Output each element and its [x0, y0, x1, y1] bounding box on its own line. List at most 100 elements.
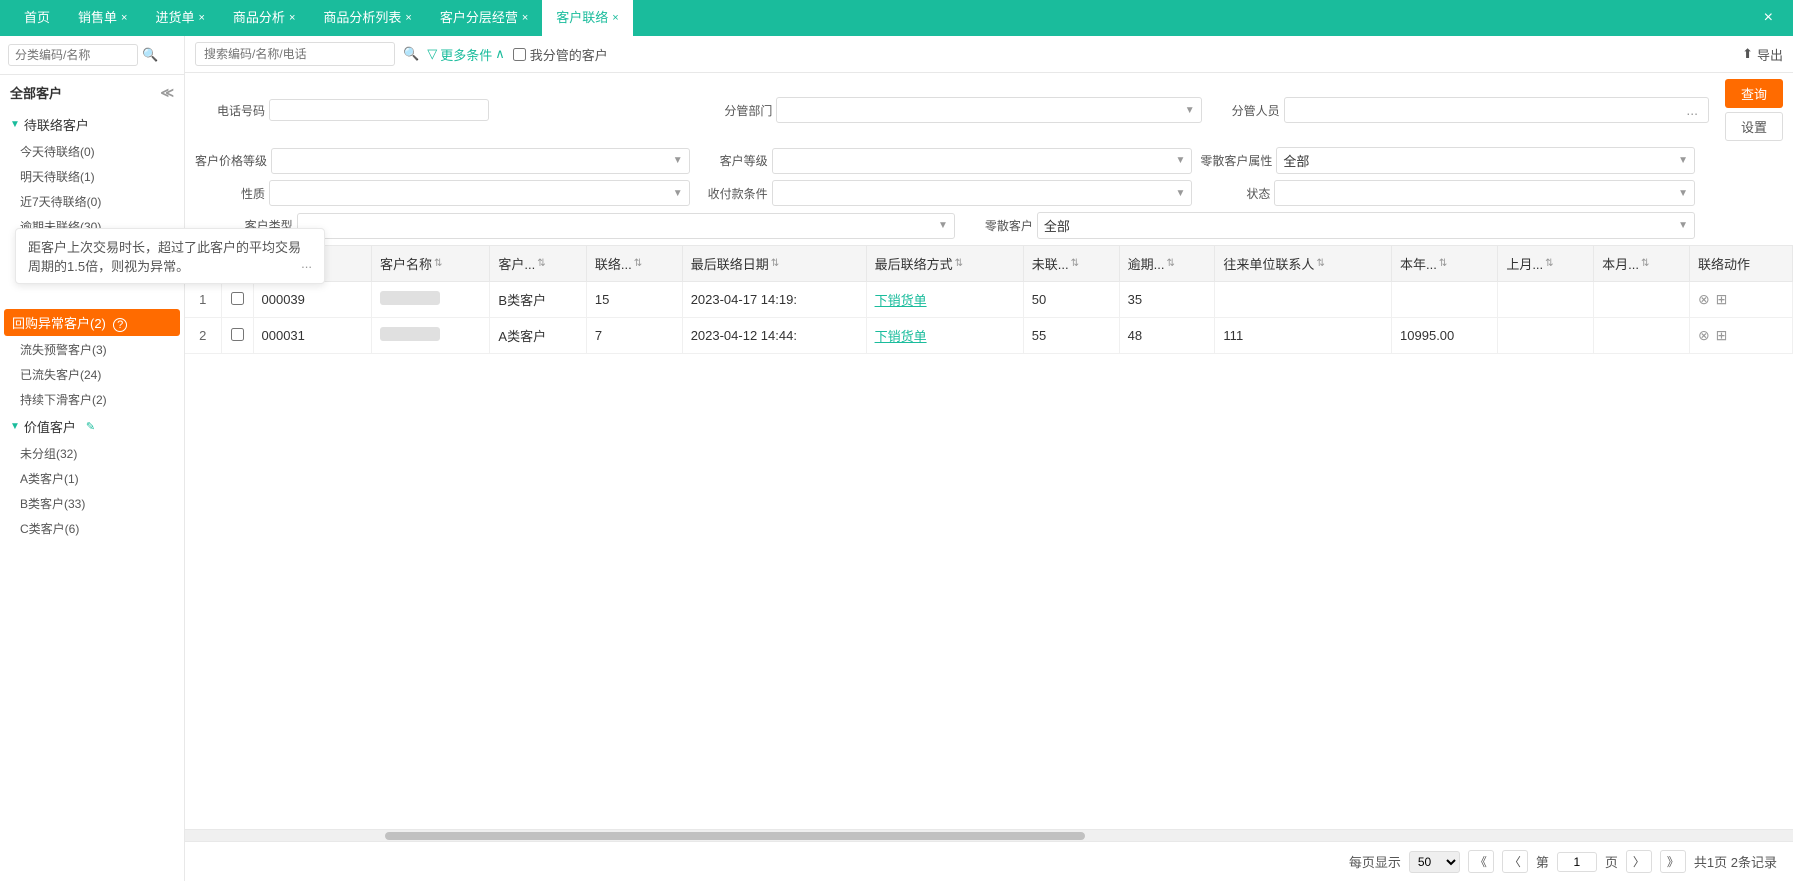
cell-overdue: 35 — [1119, 282, 1215, 318]
advanced-filters: 电话号码 分管部门 ▼ 分管人员 ... — [185, 73, 1793, 246]
repurchase-help-icon[interactable]: ? — [113, 318, 127, 332]
export-button[interactable]: ⬆ 导出 — [1742, 45, 1783, 64]
first-page-button[interactable]: 《 — [1468, 850, 1494, 873]
sidebar-item-lost-pre[interactable]: 流失预警客户(3) — [0, 337, 184, 362]
payment-select[interactable]: ▼ — [772, 180, 1193, 206]
search-icon[interactable]: 🔍 — [403, 46, 419, 62]
close-sales-tab[interactable]: × — [121, 0, 127, 36]
sidebar-item-c-class[interactable]: C类客户(6) — [0, 516, 184, 541]
nav-purchase[interactable]: 进货单 × — [141, 0, 218, 36]
pending-contact-title[interactable]: ▼ 待联络客户 — [0, 110, 184, 139]
close-customer-contact-tab[interactable]: × — [612, 0, 618, 36]
sidebar-item-today[interactable]: 今天待联络(0) — [0, 139, 184, 164]
customer-type-select[interactable]: ▼ — [297, 213, 955, 239]
sidebar-item-repurchase-abnormal[interactable]: 回购异常客户(2) ? — [4, 309, 180, 336]
dept-label: 分管部门 — [702, 102, 772, 119]
action-link-icon[interactable]: ⊗ — [1698, 327, 1710, 344]
th-name[interactable]: 客户名称⇅ — [371, 246, 489, 282]
sidebar-item-tomorrow[interactable]: 明天待联络(1) — [0, 164, 184, 189]
close-purchase-tab[interactable]: × — [198, 0, 204, 36]
customers-table: ⚙ 客户编码⇅ 客户名称⇅ 客户...⇅ 联络...⇅ — [185, 246, 1793, 354]
status-select[interactable]: ▼ — [1274, 180, 1695, 206]
value-customer-group-header[interactable]: ▼ 价值客户 ✎ — [0, 412, 184, 441]
row-checkbox[interactable] — [231, 292, 244, 305]
th-last-method[interactable]: 最后联络方式⇅ — [866, 246, 1023, 282]
nav-customer-tier[interactable]: 客户分层经营 × — [426, 0, 542, 36]
th-overdue[interactable]: 逾期...⇅ — [1119, 246, 1215, 282]
cell-last-method[interactable]: 下销货单 — [866, 282, 1023, 318]
th-unit-contact[interactable]: 往来单位联系人⇅ — [1215, 246, 1392, 282]
close-customer-tier-tab[interactable]: × — [522, 0, 528, 36]
my-customers-filter[interactable]: 我分管的客户 — [513, 45, 608, 64]
sidebar-search-input[interactable] — [8, 44, 138, 66]
settings-button[interactable]: 设置 — [1725, 112, 1783, 141]
dept-select[interactable]: ▼ — [776, 97, 1201, 123]
cell-action: ⊗ ⊞ — [1689, 282, 1792, 318]
nav-home[interactable]: 首页 — [10, 0, 64, 36]
page-input[interactable] — [1557, 852, 1597, 872]
search-input[interactable] — [195, 42, 395, 66]
sidebar-item-7days[interactable]: 近7天待联络(0) — [0, 189, 184, 214]
nav-sales[interactable]: 销售单 × — [64, 0, 141, 36]
sort-icon-type: ⇅ — [537, 258, 545, 269]
th-contact[interactable]: 联络...⇅ — [586, 246, 682, 282]
next-page-button[interactable]: 〉 — [1626, 850, 1652, 873]
action-link-icon[interactable]: ⊗ — [1698, 291, 1710, 308]
person-select[interactable]: ... — [1284, 97, 1709, 123]
th-no-contact[interactable]: 未联...⇅ — [1023, 246, 1119, 282]
scrollbar-thumb[interactable] — [385, 832, 1085, 840]
cell-code: 000039 — [253, 282, 371, 318]
action-grid-icon[interactable]: ⊞ — [1716, 327, 1728, 344]
export-icon: ⬆ — [1742, 46, 1753, 62]
more-conditions-button[interactable]: ▽ 更多条件 ∧ — [427, 45, 505, 64]
row-checkbox[interactable] — [231, 328, 244, 341]
price-level-select[interactable]: ▼ — [271, 148, 690, 174]
retail-customer-select[interactable]: 全部 ▼ — [1037, 212, 1695, 239]
window-close-button[interactable]: × — [1754, 9, 1783, 27]
sidebar-item-declining[interactable]: 持续下滑客户(2) — [0, 387, 184, 412]
sidebar-item-ungroup[interactable]: 未分组(32) — [0, 441, 184, 466]
last-page-button[interactable]: 》 — [1660, 850, 1686, 873]
my-customers-checkbox[interactable] — [513, 48, 526, 61]
sidebar-search-icon[interactable]: 🔍 — [142, 47, 158, 63]
data-table-container: ⚙ 客户编码⇅ 客户名称⇅ 客户...⇅ 联络...⇅ — [185, 246, 1793, 829]
customer-level-select[interactable]: ▼ — [772, 148, 1193, 174]
th-last-month[interactable]: 上月...⇅ — [1498, 246, 1594, 282]
sidebar-collapse-icon[interactable]: ≪ — [160, 85, 174, 101]
dept-field: 分管部门 ▼ — [702, 97, 1201, 123]
sidebar-item-lost[interactable]: 已流失客户(24) — [0, 362, 184, 387]
th-this-year[interactable]: 本年...⇅ — [1392, 246, 1498, 282]
cell-this-year — [1392, 282, 1498, 318]
phone-input[interactable] — [269, 99, 489, 121]
cell-checkbox[interactable] — [221, 282, 253, 318]
prev-page-button[interactable]: 〈 — [1502, 850, 1528, 873]
payment-arrow: ▼ — [1175, 188, 1185, 199]
per-page-select[interactable]: 50 20 100 — [1409, 851, 1460, 873]
close-product-analysis-tab[interactable]: × — [289, 0, 295, 36]
horizontal-scrollbar[interactable] — [185, 829, 1793, 841]
nav-product-analysis-list[interactable]: 商品分析列表 × — [309, 0, 425, 36]
cell-last-month — [1498, 318, 1594, 354]
action-grid-icon[interactable]: ⊞ — [1716, 291, 1728, 308]
sidebar-item-a-class[interactable]: A类客户(1) — [0, 466, 184, 491]
gender-select[interactable]: ▼ — [269, 180, 690, 206]
sidebar-item-b-class[interactable]: B类客户(33) — [0, 491, 184, 516]
retail-attr-arrow: ▼ — [1678, 155, 1688, 166]
phone-label: 电话号码 — [195, 102, 265, 119]
th-last-date[interactable]: 最后联络日期⇅ — [682, 246, 866, 282]
retail-attr-select[interactable]: 全部 ▼ — [1276, 147, 1695, 174]
cell-checkbox[interactable] — [221, 318, 253, 354]
cell-unit-contact — [1215, 282, 1392, 318]
nav-customer-contact[interactable]: 客户联络 × — [542, 0, 632, 36]
nav-product-analysis[interactable]: 商品分析 × — [219, 0, 309, 36]
cell-name — [371, 282, 489, 318]
sort-icon-overdue: ⇅ — [1166, 258, 1174, 269]
person-select-dots[interactable]: ... — [1682, 102, 1702, 118]
query-button[interactable]: 查询 — [1725, 79, 1783, 108]
edit-value-group-icon[interactable]: ✎ — [86, 420, 95, 433]
th-type[interactable]: 客户...⇅ — [490, 246, 586, 282]
th-this-month[interactable]: 本月...⇅ — [1594, 246, 1690, 282]
cell-last-method[interactable]: 下销货单 — [866, 318, 1023, 354]
close-product-analysis-list-tab[interactable]: × — [405, 0, 411, 36]
status-label: 状态 — [1200, 185, 1270, 202]
